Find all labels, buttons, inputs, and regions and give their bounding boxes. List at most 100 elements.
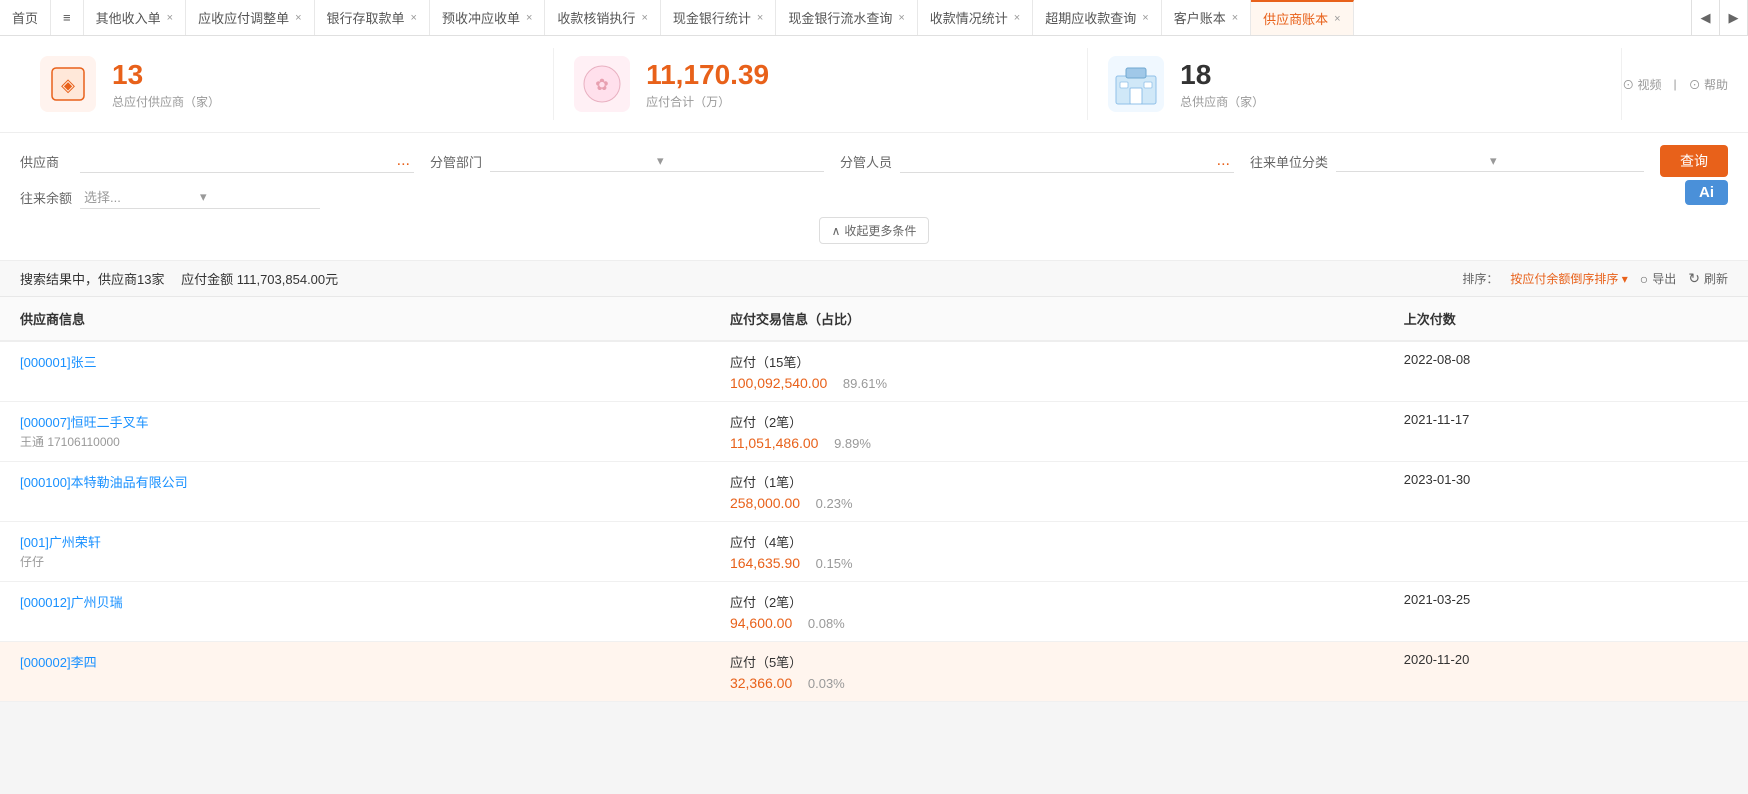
- person-filter-label: 分管人员: [840, 152, 892, 171]
- close-icon[interactable]: ×: [167, 12, 173, 24]
- payable-count: 应付（4笔）: [730, 532, 1364, 551]
- total-suppliers-label: 总供应商（家）: [1180, 93, 1264, 110]
- balance-dropdown[interactable]: 选择... ▾: [80, 185, 320, 209]
- close-icon[interactable]: ×: [526, 12, 532, 24]
- nav-tab-collection-stats[interactable]: 收款情况统计 ×: [918, 0, 1033, 35]
- close-icon[interactable]: ×: [295, 12, 301, 24]
- dept-filter-label: 分管部门: [430, 152, 482, 171]
- nav-tab-cash-flow[interactable]: 现金银行流水查询 ×: [776, 0, 917, 35]
- table-row: [000100]本特勒油品有限公司应付（1笔） 258,000.00 0.23%…: [0, 462, 1748, 522]
- collapse-icon: ∧: [832, 224, 841, 238]
- export-icon: ○: [1640, 271, 1648, 287]
- dept-dropdown[interactable]: ▾: [490, 151, 824, 172]
- sort-dropdown[interactable]: 按应付余额倒序排序 ▾: [1510, 270, 1627, 287]
- nav-tab-prepay[interactable]: 预收冲应收单 ×: [430, 0, 545, 35]
- supplier-input[interactable]: [84, 153, 397, 168]
- help-links: ⊙ 视频 | ⊙ 帮助: [1622, 76, 1728, 93]
- data-table: 供应商信息 应付交易信息（占比） 上次付数 [000001]张三应付（15笔） …: [0, 297, 1748, 702]
- payable-info-cell: 应付（2笔） 11,051,486.00 9.89%: [710, 402, 1384, 462]
- supplier-link[interactable]: [001]广州荣轩: [20, 535, 101, 550]
- person-input[interactable]: [904, 153, 1217, 168]
- stats-bar: ◈ 13 总应付供应商（家） ✿ 11,170.39 应付合计（万）: [0, 36, 1748, 133]
- results-bar: 搜索结果中，供应商13家 应付金额 111,703,854.00元 排序： 按应…: [0, 261, 1748, 297]
- close-icon[interactable]: ×: [898, 12, 904, 24]
- search-button[interactable]: 查询: [1660, 145, 1728, 177]
- refresh-button[interactable]: ↻ 刷新: [1688, 270, 1728, 287]
- ai-button[interactable]: Ai: [1685, 180, 1728, 205]
- payable-total-icon: ✿: [574, 56, 630, 112]
- close-icon[interactable]: ×: [1014, 12, 1020, 24]
- supplier-info-cell: [000012]广州贝瑞: [0, 582, 710, 642]
- supplier-info-cell: [000100]本特勒油品有限公司: [0, 462, 710, 522]
- last-pay-cell: 2021-11-17: [1384, 402, 1748, 462]
- nav-tab-overdue[interactable]: 超期应收款查询 ×: [1033, 0, 1161, 35]
- payable-info-cell: 应付（2笔） 94,600.00 0.08%: [710, 582, 1384, 642]
- payable-info-cell: 应付（15笔） 100,092,540.00 89.61%: [710, 341, 1384, 402]
- col-supplier-info: 供应商信息: [0, 297, 710, 341]
- table-row: [001]广州荣轩仔仔应付（4笔） 164,635.90 0.15%: [0, 522, 1748, 582]
- last-pay-cell: [1384, 522, 1748, 582]
- col-payable-info: 应付交易信息（占比）: [710, 297, 1384, 341]
- payable-percent: 0.08%: [808, 616, 845, 631]
- payable-count: 应付（15笔）: [730, 352, 1364, 371]
- nav-tab-home[interactable]: 首页: [0, 0, 51, 35]
- sort-chevron-icon: ▾: [1622, 272, 1628, 286]
- person-dots[interactable]: ...: [1217, 152, 1230, 170]
- supplier-info-cell: [001]广州荣轩仔仔: [0, 522, 710, 582]
- payable-percent: 0.03%: [808, 676, 845, 691]
- supplier-link[interactable]: [000012]广州贝瑞: [20, 595, 123, 610]
- table-row: [000002]李四应付（5笔） 32,366.00 0.03% 2020-11…: [0, 642, 1748, 702]
- nav-tab-bank-deposit[interactable]: 银行存取款单 ×: [315, 0, 430, 35]
- nav-tab-other-income[interactable]: 其他收入单 ×: [84, 0, 186, 35]
- supplier-link[interactable]: [000007]恒旺二手叉车: [20, 415, 149, 430]
- nav-tab-cash-bank-stats[interactable]: 现金银行统计 ×: [661, 0, 776, 35]
- payable-amount: 94,600.00: [730, 615, 792, 631]
- svg-text:◈: ◈: [61, 75, 75, 95]
- last-pay-date: 2021-11-17: [1404, 412, 1470, 427]
- help-video-link[interactable]: ⊙ 视频: [1622, 76, 1661, 93]
- supplier-link[interactable]: [000001]张三: [20, 355, 97, 370]
- filter-row-1: 供应商 ... 分管部门 ▾ 分管人员 ... 往来单位分类: [20, 145, 1728, 177]
- help-link[interactable]: ⊙ 帮助: [1689, 76, 1728, 93]
- supplier-link[interactable]: [000002]李四: [20, 655, 97, 670]
- payable-info-cell: 应付（4笔） 164,635.90 0.15%: [710, 522, 1384, 582]
- payable-percent: 89.61%: [843, 376, 887, 391]
- close-icon[interactable]: ×: [641, 12, 647, 24]
- supplier-dots[interactable]: ...: [397, 152, 410, 170]
- export-button[interactable]: ○ 导出: [1640, 270, 1676, 287]
- payable-amount: 164,635.90: [730, 555, 800, 571]
- nav-tab-collection[interactable]: 收款核销执行 ×: [545, 0, 660, 35]
- scroll-right-arrow[interactable]: ▶: [1720, 0, 1748, 36]
- scroll-left-arrow[interactable]: ◀: [1692, 0, 1720, 36]
- payable-count: 应付（5笔）: [730, 652, 1364, 671]
- nav-tab-menu[interactable]: ≡: [51, 0, 84, 35]
- close-icon[interactable]: ×: [411, 12, 417, 24]
- supplier-link[interactable]: [000100]本特勒油品有限公司: [20, 475, 188, 490]
- filter-person: 分管人员 ...: [840, 150, 1234, 173]
- last-pay-date: 2020-11-20: [1404, 652, 1470, 667]
- nav-tab-supplier-account[interactable]: 供应商账本 ×: [1251, 0, 1353, 35]
- supplier-input-wrapper: ...: [80, 150, 414, 173]
- category-dropdown[interactable]: ▾: [1336, 151, 1644, 172]
- close-icon[interactable]: ×: [1142, 12, 1148, 24]
- nav-tab-customer-account[interactable]: 客户账本 ×: [1162, 0, 1251, 35]
- person-input-wrapper: ...: [900, 150, 1234, 173]
- category-filter-label: 往来单位分类: [1250, 152, 1328, 171]
- last-pay-cell: 2020-11-20: [1384, 642, 1748, 702]
- chevron-down-icon: ▾: [200, 189, 316, 205]
- last-pay-cell: 2022-08-08: [1384, 341, 1748, 402]
- close-icon[interactable]: ×: [1232, 12, 1238, 24]
- filter-row-2: 往来余额 选择... ▾: [20, 185, 1728, 209]
- nav-tab-ap-adjustment[interactable]: 应收应付调整单 ×: [186, 0, 314, 35]
- collapse-button[interactable]: ∧ 收起更多条件: [819, 217, 930, 244]
- filter-dept: 分管部门 ▾: [430, 151, 824, 172]
- close-icon[interactable]: ×: [1334, 13, 1340, 25]
- stat-info-payable-suppliers: 13 总应付供应商（家）: [112, 58, 220, 111]
- collapse-label: 收起更多条件: [844, 222, 916, 239]
- payable-suppliers-label: 总应付供应商（家）: [112, 93, 220, 110]
- payable-amount: 11,051,486.00: [730, 435, 819, 451]
- supplier-info-cell: [000007]恒旺二手叉车王通 17106110000: [0, 402, 710, 462]
- balance-placeholder: 选择...: [84, 187, 200, 206]
- close-icon[interactable]: ×: [757, 12, 763, 24]
- last-pay-date: 2023-01-30: [1404, 472, 1471, 487]
